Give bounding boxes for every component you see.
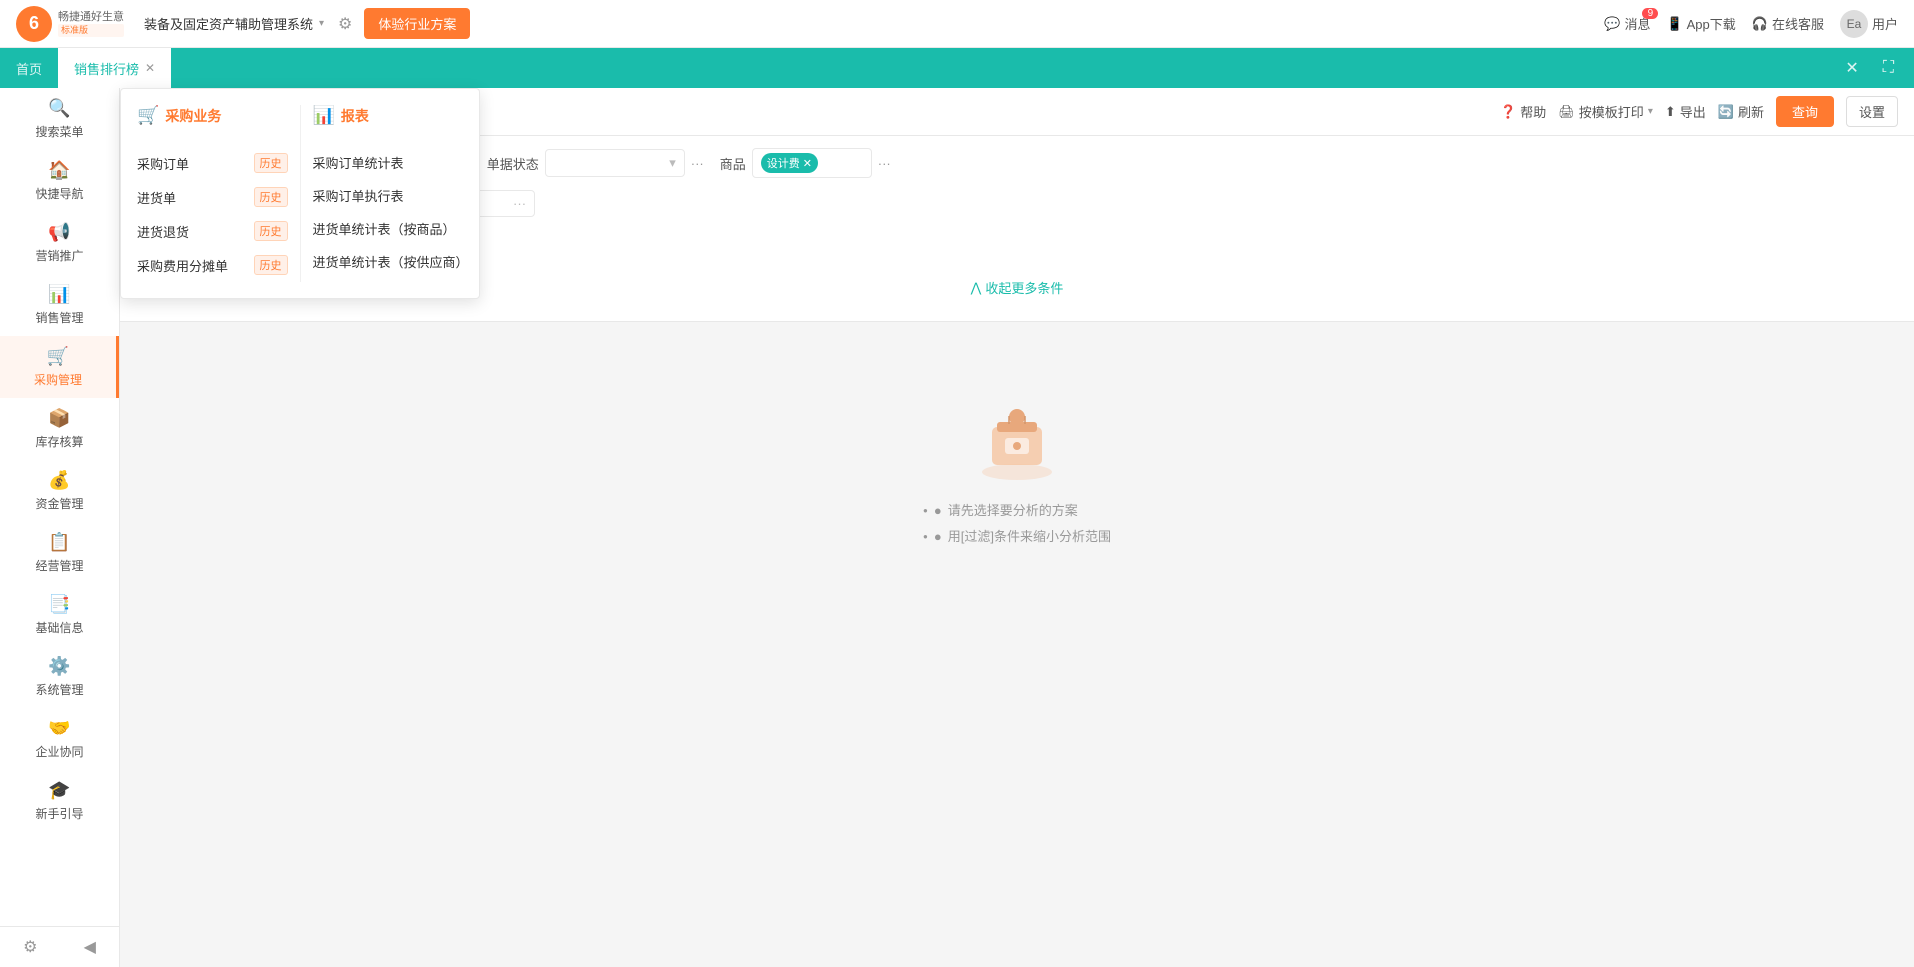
dropdown-report-col: 📊 报表 采购订单统计表 采购订单执行表 进货单统计表（按商品） 进货单统计表（… bbox=[313, 105, 464, 282]
print-btn[interactable]: 🖨 按模板打印 ▾ bbox=[1558, 102, 1653, 121]
hint1-bullet: ● bbox=[934, 498, 942, 524]
sidebar-item-marketing[interactable]: 📢 营销推广 bbox=[0, 212, 119, 274]
phone-icon: 📱 bbox=[1666, 16, 1682, 32]
empty-state: ●请先选择要分析的方案 ●用[过滤]条件来缩小分析范围 bbox=[120, 322, 1914, 630]
collapse-icon: ⋀ bbox=[971, 280, 982, 296]
dropdown-item-goods-receipt[interactable]: 进货单 历史 bbox=[137, 180, 288, 214]
sales-icon: 📊 bbox=[48, 284, 70, 305]
search-icon: 🔍 bbox=[48, 98, 70, 119]
sidebar-item-guide[interactable]: 🎓 新手引导 bbox=[0, 770, 119, 832]
sidebar-item-capital[interactable]: 💰 资金管理 bbox=[0, 460, 119, 522]
voucher-status-filter: 单据状态 ▾ ··· bbox=[487, 149, 704, 177]
dropdown-item-purchase-order[interactable]: 采购订单 历史 bbox=[137, 146, 288, 180]
marketing-icon: 📢 bbox=[48, 222, 70, 243]
dropdown-purchase-col: 🛒 采购业务 采购订单 历史 进货单 历史 进货退货 历史 采购费用分摊单 历史 bbox=[137, 105, 288, 282]
logo-text: 畅捷通好生意 标准版 bbox=[58, 10, 124, 38]
hint2-bullet: ● bbox=[934, 524, 942, 550]
logo: 6 畅捷通好生意 标准版 bbox=[16, 6, 136, 42]
help-icon: ❓ bbox=[1500, 104, 1516, 120]
basic-info-icon: 📑 bbox=[48, 594, 70, 615]
dropdown-item-po-stats[interactable]: 采购订单统计表 bbox=[313, 146, 464, 179]
dropdown-item-goods-return[interactable]: 进货退货 历史 bbox=[137, 214, 288, 248]
topbar-right: 💬 消息 9 📱 App下载 🎧 在线客服 Ea 用户 bbox=[1604, 10, 1898, 38]
sidebar-settings-icon[interactable]: ⚙ bbox=[23, 937, 37, 957]
sidebar-item-basic-info[interactable]: 📑 基础信息 bbox=[0, 584, 119, 646]
empty-illustration bbox=[967, 402, 1067, 482]
sidebar-item-purchase[interactable]: 🛒 采购管理 bbox=[0, 336, 119, 398]
settings-btn[interactable]: 设置 bbox=[1846, 96, 1898, 127]
sidebar-item-inventory[interactable]: 📦 库存核算 bbox=[0, 398, 119, 460]
nav-tabs: 首页 销售排行榜 ✕ ✕ ⛶ bbox=[0, 48, 1914, 88]
title-arrow-icon[interactable]: ▾ bbox=[319, 18, 324, 29]
industry-btn[interactable]: 体验行业方案 bbox=[364, 8, 470, 39]
sidebar-item-sales[interactable]: 📊 销售管理 bbox=[0, 274, 119, 336]
dropdown-divider bbox=[300, 105, 301, 282]
capital-icon: 💰 bbox=[48, 470, 70, 491]
sidebar-item-search-menu[interactable]: 🔍 搜索菜单 bbox=[0, 88, 119, 150]
tab-close-icon[interactable]: ✕ bbox=[145, 61, 155, 75]
dropdown-item-goods-stats-by-supplier[interactable]: 进货单统计表（按供应商） bbox=[313, 245, 464, 278]
sidebar-item-system[interactable]: ⚙️ 系统管理 bbox=[0, 646, 119, 708]
empty-hints: ●请先选择要分析的方案 ●用[过滤]条件来缩小分析范围 bbox=[923, 498, 1111, 550]
system-title: 装备及固定资产辅助管理系统 ▾ bbox=[144, 14, 330, 33]
goods-more[interactable]: ··· bbox=[878, 156, 891, 171]
export-icon: ⬆ bbox=[1665, 104, 1676, 120]
export-btn[interactable]: ⬆ 导出 bbox=[1665, 102, 1706, 121]
user-btn[interactable]: Ea 用户 bbox=[1840, 10, 1898, 38]
message-icon: 💬 bbox=[1604, 16, 1620, 32]
system-icon: ⚙️ bbox=[48, 656, 70, 677]
sidebar-item-quick-nav[interactable]: 🏠 快捷导航 bbox=[0, 150, 119, 212]
close-all-icon[interactable]: ✕ bbox=[1837, 58, 1866, 78]
message-btn[interactable]: 💬 消息 9 bbox=[1604, 14, 1650, 33]
voucher-status-select[interactable]: ▾ bbox=[545, 149, 685, 177]
app-download-btn[interactable]: 📱 App下载 bbox=[1666, 14, 1735, 33]
goods-tag: 设计费 ✕ bbox=[761, 153, 818, 173]
dropdown-menu: 🛒 采购业务 采购订单 历史 进货单 历史 进货退货 历史 采购费用分摊单 历史… bbox=[120, 88, 480, 299]
sidebar-item-enterprise[interactable]: 🤝 企业协同 bbox=[0, 708, 119, 770]
goods-input[interactable]: 设计费 ✕ bbox=[752, 148, 872, 178]
sidebar-item-operations[interactable]: 📋 经营管理 bbox=[0, 522, 119, 584]
voucher-status-more[interactable]: ··· bbox=[691, 156, 704, 171]
report-col-title: 📊 报表 bbox=[313, 105, 464, 134]
dropdown-item-purchase-expense[interactable]: 采购费用分摊单 历史 bbox=[137, 248, 288, 282]
report-col-icon: 📊 bbox=[313, 105, 335, 126]
print-icon: 🖨 bbox=[1558, 104, 1575, 120]
expand-icon[interactable]: ⛶ bbox=[1875, 59, 1902, 77]
help-btn[interactable]: ❓ 帮助 bbox=[1500, 102, 1546, 121]
topbar: 6 畅捷通好生意 标准版 装备及固定资产辅助管理系统 ▾ ⚙ 体验行业方案 💬 … bbox=[0, 0, 1914, 48]
refresh-icon: 🔄 bbox=[1718, 104, 1734, 120]
logo-icon: 6 bbox=[16, 6, 52, 42]
refresh-btn[interactable]: 🔄 刷新 bbox=[1718, 102, 1764, 121]
collapse-btn[interactable]: ⋀ 收起更多条件 bbox=[971, 278, 1064, 297]
online-service-btn[interactable]: 🎧 在线客服 bbox=[1752, 14, 1824, 33]
purchase-icon: 🛒 bbox=[47, 346, 69, 367]
dropdown-item-goods-stats-by-product[interactable]: 进货单统计表（按商品） bbox=[313, 212, 464, 245]
goods-tag-close[interactable]: ✕ bbox=[803, 157, 812, 170]
operations-icon: 📋 bbox=[48, 532, 70, 553]
sidebar-bottom: ⚙ ◀ bbox=[0, 926, 119, 967]
settings-icon[interactable]: ⚙ bbox=[338, 14, 352, 34]
print-arrow-icon: ▾ bbox=[1648, 106, 1653, 117]
dropdown-item-po-exec[interactable]: 采购订单执行表 bbox=[313, 179, 464, 212]
avatar: Ea bbox=[1840, 10, 1868, 38]
guide-icon: 🎓 bbox=[48, 780, 70, 801]
tab-home[interactable]: 首页 bbox=[0, 48, 58, 88]
purchase-col-icon: 🛒 bbox=[137, 105, 159, 126]
tab-sales-ranking[interactable]: 销售排行榜 ✕ bbox=[58, 48, 171, 88]
sidebar: 🔍 搜索菜单 🏠 快捷导航 📢 营销推广 📊 销售管理 🛒 采购管理 📦 库存核… bbox=[0, 88, 120, 967]
inventory-icon: 📦 bbox=[48, 408, 70, 429]
headset-icon: 🎧 bbox=[1752, 16, 1768, 32]
home-icon: 🏠 bbox=[48, 160, 70, 181]
goods-filter: 商品 设计费 ✕ ··· bbox=[720, 148, 891, 178]
query-btn[interactable]: 查询 bbox=[1776, 96, 1834, 127]
enterprise-icon: 🤝 bbox=[48, 718, 70, 739]
sidebar-collapse-icon[interactable]: ◀ bbox=[84, 937, 96, 957]
nav-close-all: ✕ ⛶ bbox=[1825, 58, 1914, 78]
purchase-col-title: 🛒 采购业务 bbox=[137, 105, 288, 134]
